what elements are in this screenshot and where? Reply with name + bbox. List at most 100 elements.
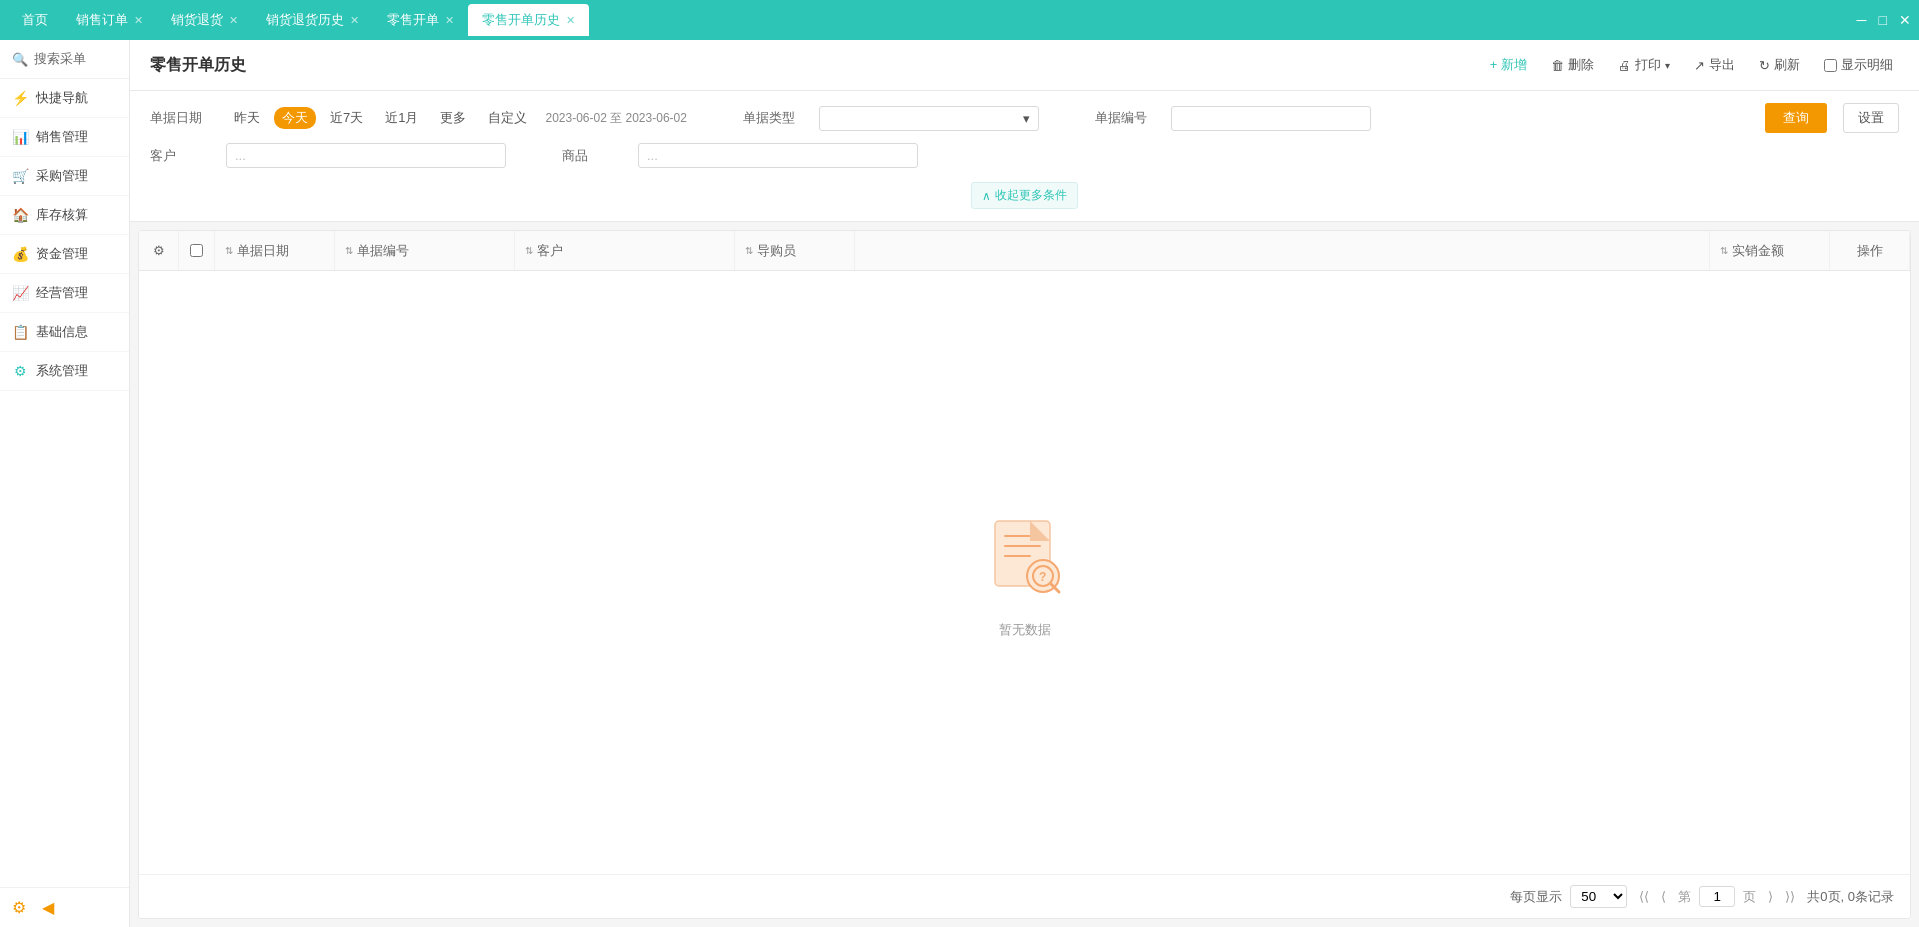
sort-icon-date: ⇅ bbox=[225, 245, 233, 256]
goods-select[interactable]: ... bbox=[638, 143, 918, 168]
table-settings-icon[interactable]: ⚙ bbox=[153, 243, 165, 258]
window-min-btn[interactable]: ─ bbox=[1857, 12, 1867, 28]
new-button[interactable]: + 新增 bbox=[1484, 52, 1533, 78]
tab-close-sales-order[interactable]: ✕ bbox=[134, 14, 143, 27]
th-amount[interactable]: ⇅ 实销金额 bbox=[1710, 231, 1830, 270]
operations-icon: 📈 bbox=[12, 285, 28, 301]
sidebar-collapse-btn[interactable]: ◀ bbox=[42, 898, 54, 917]
date-opt-7days[interactable]: 近7天 bbox=[322, 107, 371, 129]
date-options: 昨天 今天 近7天 近1月 更多 自定义 2023-06-02 至 2023-0… bbox=[226, 107, 687, 129]
refresh-button[interactable]: ↻ 刷新 bbox=[1753, 52, 1806, 78]
doc-type-select[interactable]: ▾ bbox=[819, 106, 1039, 131]
page-number-input[interactable] bbox=[1699, 886, 1735, 907]
per-page-label: 每页显示 bbox=[1510, 888, 1562, 906]
sidebar-item-sys-mgmt[interactable]: ⚙ 系统管理 bbox=[0, 352, 129, 391]
page-label: 第 bbox=[1674, 886, 1695, 908]
date-opt-yesterday[interactable]: 昨天 bbox=[226, 107, 268, 129]
sidebar-settings-btn[interactable]: ⚙ bbox=[12, 898, 26, 917]
th-num[interactable]: ⇅ 单据编号 bbox=[335, 231, 515, 270]
date-opt-custom[interactable]: 自定义 bbox=[480, 107, 535, 129]
tab-close-retail-history[interactable]: ✕ bbox=[566, 14, 575, 27]
tab-sales-return[interactable]: 销货退货 ✕ bbox=[157, 4, 252, 36]
per-page-select[interactable]: 50 10 20 100 bbox=[1570, 885, 1627, 908]
tab-close-sales-return-history[interactable]: ✕ bbox=[350, 14, 359, 27]
main-layout: 🔍 搜索采单 ⚡ 快捷导航 📊 销售管理 🛒 采购管理 🏠 库存核算 💰 资金管… bbox=[0, 40, 1919, 927]
sidebar-item-finance[interactable]: 💰 资金管理 bbox=[0, 235, 129, 274]
filter-area: 单据日期 昨天 今天 近7天 近1月 更多 自定义 2023-06-02 至 2… bbox=[130, 91, 1919, 222]
goods-filter-label: 商品 bbox=[562, 147, 622, 165]
sidebar: 🔍 搜索采单 ⚡ 快捷导航 📊 销售管理 🛒 采购管理 🏠 库存核算 💰 资金管… bbox=[0, 40, 130, 927]
search-icon: 🔍 bbox=[12, 52, 28, 67]
page-header: 零售开单历史 + 新增 🗑 删除 🖨 打印 ▾ ↗ 导出 bbox=[130, 40, 1919, 91]
page-prev-btn[interactable]: ⟨ bbox=[1657, 887, 1670, 906]
doc-type-label: 单据类型 bbox=[743, 109, 803, 127]
purchase-icon: 🛒 bbox=[12, 168, 28, 184]
doc-num-input[interactable] bbox=[1171, 106, 1371, 131]
display-detail-check[interactable] bbox=[1824, 59, 1837, 72]
delete-button[interactable]: 🗑 删除 bbox=[1545, 52, 1600, 78]
sort-icon-amount: ⇅ bbox=[1720, 245, 1728, 256]
print-button[interactable]: 🖨 打印 ▾ bbox=[1612, 52, 1676, 78]
th-guide[interactable]: ⇅ 导购员 bbox=[735, 231, 855, 270]
empty-illustration: ? bbox=[975, 506, 1075, 609]
tab-retail-history[interactable]: 零售开单历史 ✕ bbox=[468, 4, 589, 36]
tab-home[interactable]: 首页 bbox=[8, 4, 62, 36]
th-client[interactable]: ⇅ 客户 bbox=[515, 231, 735, 270]
th-settings[interactable]: ⚙ bbox=[139, 231, 179, 270]
display-detail-checkbox[interactable]: 显示明细 bbox=[1818, 52, 1899, 78]
quick-nav-icon: ⚡ bbox=[12, 90, 28, 106]
page-next-btn[interactable]: ⟩ bbox=[1764, 887, 1777, 906]
doc-num-label: 单据编号 bbox=[1095, 109, 1155, 127]
sidebar-item-operations[interactable]: 📈 经营管理 bbox=[0, 274, 129, 313]
base-info-icon: 📋 bbox=[12, 324, 28, 340]
page-total: 共0页, 0条记录 bbox=[1807, 888, 1894, 906]
tab-close-retail-open[interactable]: ✕ bbox=[445, 14, 454, 27]
page-first-btn[interactable]: ⟨⟨ bbox=[1635, 887, 1653, 906]
sort-icon-client: ⇅ bbox=[525, 245, 533, 256]
th-action: 操作 bbox=[1830, 231, 1910, 270]
print-dropdown-icon: ▾ bbox=[1665, 60, 1670, 71]
sidebar-bottom: ⚙ ◀ bbox=[0, 887, 129, 927]
tab-close-sales-return[interactable]: ✕ bbox=[229, 14, 238, 27]
sidebar-item-sales-mgmt[interactable]: 📊 销售管理 bbox=[0, 118, 129, 157]
data-table: ⚙ ⇅ 单据日期 ⇅ 单据编号 ⇅ 客户 ⇅ bbox=[138, 230, 1911, 919]
tab-sales-order[interactable]: 销售订单 ✕ bbox=[62, 4, 157, 36]
query-button[interactable]: 查询 bbox=[1765, 103, 1827, 133]
inventory-icon: 🏠 bbox=[12, 207, 28, 223]
sales-icon: 📊 bbox=[12, 129, 28, 145]
refresh-icon: ↻ bbox=[1759, 58, 1770, 73]
table-header: ⚙ ⇅ 单据日期 ⇅ 单据编号 ⇅ 客户 ⇅ bbox=[139, 231, 1910, 271]
svg-text:?: ? bbox=[1039, 570, 1046, 584]
page-last-btn[interactable]: ⟩⟩ bbox=[1781, 887, 1799, 906]
export-button[interactable]: ↗ 导出 bbox=[1688, 52, 1741, 78]
settings-button[interactable]: 设置 bbox=[1843, 103, 1899, 133]
sys-icon: ⚙ bbox=[12, 363, 28, 379]
client-select[interactable]: ... bbox=[226, 143, 506, 168]
window-controls: ─ □ ✕ bbox=[1857, 12, 1911, 28]
date-opt-1month[interactable]: 近1月 bbox=[377, 107, 426, 129]
date-range-display: 2023-06-02 至 2023-06-02 bbox=[545, 110, 686, 127]
select-all-checkbox[interactable] bbox=[190, 244, 203, 257]
date-opt-today[interactable]: 今天 bbox=[274, 107, 316, 129]
sidebar-item-inventory[interactable]: 🏠 库存核算 bbox=[0, 196, 129, 235]
delete-icon: 🗑 bbox=[1551, 58, 1564, 73]
th-checkbox[interactable] bbox=[179, 231, 215, 270]
sidebar-search[interactable]: 🔍 搜索采单 bbox=[0, 40, 129, 79]
tab-sales-return-history[interactable]: 销货退货历史 ✕ bbox=[252, 4, 373, 36]
th-date[interactable]: ⇅ 单据日期 bbox=[215, 231, 335, 270]
tab-retail-open[interactable]: 零售开单 ✕ bbox=[373, 4, 468, 36]
empty-state: ? 暂无数据 bbox=[139, 271, 1910, 874]
finance-icon: 💰 bbox=[12, 246, 28, 262]
sidebar-item-purchase-mgmt[interactable]: 🛒 采购管理 bbox=[0, 157, 129, 196]
sidebar-item-base-info[interactable]: 📋 基础信息 bbox=[0, 313, 129, 352]
date-opt-more[interactable]: 更多 bbox=[432, 107, 474, 129]
page-suffix-label: 页 bbox=[1739, 886, 1760, 908]
tab-bar: 首页 销售订单 ✕ 销货退货 ✕ 销货退货历史 ✕ 零售开单 ✕ 零售开单历史 … bbox=[0, 0, 1919, 40]
th-spacer bbox=[855, 231, 1710, 270]
collapse-filter-btn[interactable]: ∧ 收起更多条件 bbox=[971, 182, 1078, 209]
sidebar-item-quick-nav[interactable]: ⚡ 快捷导航 bbox=[0, 79, 129, 118]
empty-text: 暂无数据 bbox=[999, 621, 1051, 639]
window-close-btn[interactable]: ✕ bbox=[1899, 12, 1911, 28]
window-max-btn[interactable]: □ bbox=[1879, 12, 1887, 28]
collapse-icon: ∧ bbox=[982, 189, 991, 203]
